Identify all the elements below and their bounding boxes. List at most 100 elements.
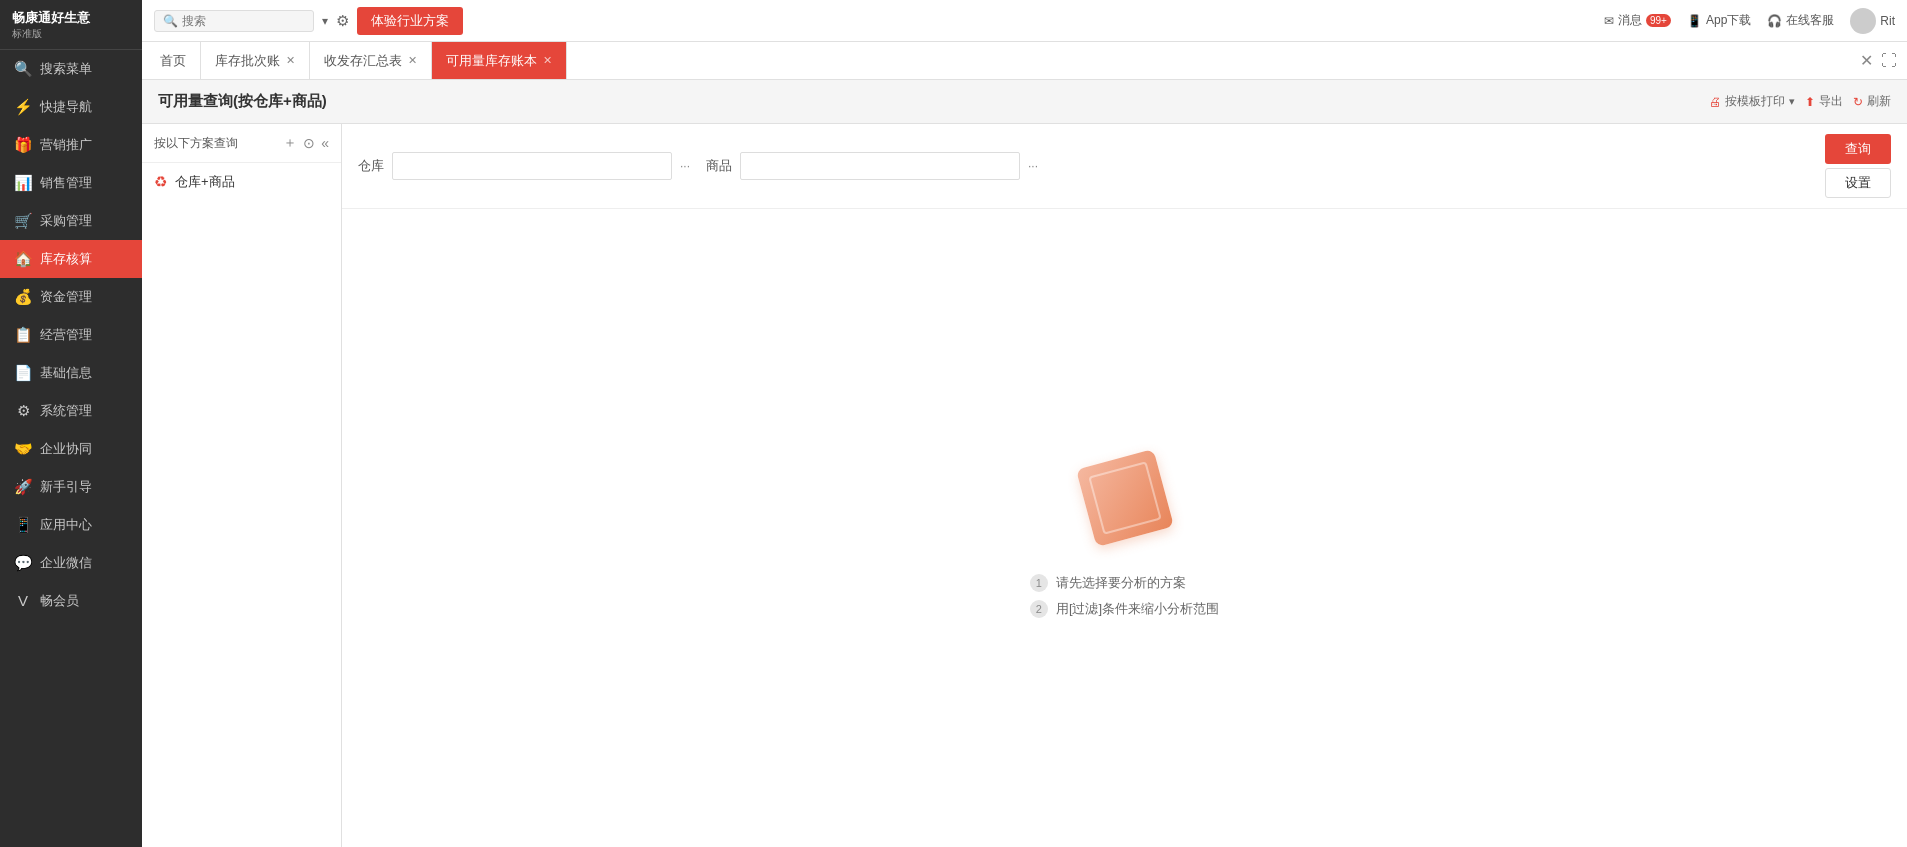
empty-hint-2: 2 用[过滤]条件来缩小分析范围: [1030, 600, 1219, 618]
sidebar-item-vip[interactable]: V 畅会员: [0, 582, 142, 620]
warehouse-label: 仓库: [358, 157, 384, 175]
tab-batch-account[interactable]: 库存批次账 ✕: [201, 42, 310, 79]
hint1-text: 请先选择要分析的方案: [1056, 574, 1186, 592]
sidebar-item-label: 搜索菜单: [40, 60, 92, 78]
print-btn[interactable]: 🖨 按模板打印 ▾: [1709, 93, 1795, 110]
refresh-label: 刷新: [1867, 93, 1891, 110]
scheme-icon: ♻: [154, 173, 167, 191]
sidebar-item-label: 采购管理: [40, 212, 92, 230]
top-bar: 🔍 ▾ ⚙ 体验行业方案 ✉ 消息 99+ 📱 App下载 🎧 在线客服 Rit: [142, 0, 1907, 42]
sidebar-item-label: 企业协同: [40, 440, 92, 458]
export-btn[interactable]: ⬆ 导出: [1805, 93, 1843, 110]
doc-icon: 📄: [14, 364, 32, 382]
main-area: 🔍 ▾ ⚙ 体验行业方案 ✉ 消息 99+ 📱 App下载 🎧 在线客服 Rit: [142, 0, 1907, 847]
sidebar-item-basic[interactable]: 📄 基础信息: [0, 354, 142, 392]
sidebar-item-inventory[interactable]: 🏠 库存核算: [0, 240, 142, 278]
goods-more-btn[interactable]: ···: [1028, 159, 1038, 173]
app-icon: 📱: [1687, 14, 1702, 28]
sidebar-nav: 🔍 搜索菜单 ⚡ 快捷导航 🎁 营销推广 📊 销售管理 🛒 采购管理 🏠 库存核…: [0, 50, 142, 847]
sidebar: 畅康通好生意 标准版 🔍 搜索菜单 ⚡ 快捷导航 🎁 营销推广 📊 销售管理 🛒…: [0, 0, 142, 847]
empty-illustration: [1065, 438, 1185, 558]
tab-bar-end: ✕ ⛶: [1850, 42, 1907, 79]
right-panel: 仓库 ··· 商品 ··· 查询 设置: [342, 124, 1907, 847]
tab-close-icon[interactable]: ✕: [286, 54, 295, 67]
search-box[interactable]: 🔍: [154, 10, 314, 32]
search-icon: 🔍: [14, 60, 32, 78]
tab-close-icon[interactable]: ✕: [408, 54, 417, 67]
sidebar-item-label: 应用中心: [40, 516, 92, 534]
gift-icon: 🎁: [14, 136, 32, 154]
goods-input[interactable]: [740, 152, 1020, 180]
page-title: 可用量查询(按仓库+商品): [158, 92, 1709, 111]
user-avatar-area[interactable]: Rit: [1850, 8, 1895, 34]
tab-label: 首页: [160, 52, 186, 70]
tab-home[interactable]: 首页: [146, 42, 201, 79]
export-label: 导出: [1819, 93, 1843, 110]
refresh-icon: ↻: [1853, 95, 1863, 109]
scheme-warehouse-goods[interactable]: ♻ 仓库+商品: [142, 163, 341, 201]
sidebar-item-label: 资金管理: [40, 288, 92, 306]
sidebar-item-guide[interactable]: 🚀 新手引导: [0, 468, 142, 506]
logo-title: 畅康通好生意: [12, 10, 130, 27]
refresh-btn[interactable]: ↻ 刷新: [1853, 93, 1891, 110]
sidebar-item-ops[interactable]: 📋 经营管理: [0, 316, 142, 354]
empty-hint-1: 1 请先选择要分析的方案: [1030, 574, 1219, 592]
lightning-icon: ⚡: [14, 98, 32, 116]
settings-gear-icon[interactable]: ⚙: [336, 12, 349, 30]
app-download-label: App下载: [1706, 12, 1751, 29]
warehouse-input[interactable]: [392, 152, 672, 180]
sidebar-item-label: 营销推广: [40, 136, 92, 154]
left-panel: 按以下方案查询 ＋ ⊙ « ♻ 仓库+商品: [142, 124, 342, 847]
tab-receive-summary[interactable]: 收发存汇总表 ✕: [310, 42, 432, 79]
trial-btn[interactable]: 体验行业方案: [357, 7, 463, 35]
collapse-btn[interactable]: «: [321, 135, 329, 151]
sidebar-item-wechat[interactable]: 💬 企业微信: [0, 544, 142, 582]
online-service-btn[interactable]: 🎧 在线客服: [1767, 12, 1834, 29]
sidebar-item-purchase[interactable]: 🛒 采购管理: [0, 202, 142, 240]
search-input[interactable]: [182, 14, 282, 28]
sidebar-item-shortcut[interactable]: ⚡ 快捷导航: [0, 88, 142, 126]
sidebar-item-label: 经营管理: [40, 326, 92, 344]
goods-label: 商品: [706, 157, 732, 175]
filter-row: 仓库 ··· 商品 ··· 查询 设置: [342, 124, 1907, 209]
ops-icon: 📋: [14, 326, 32, 344]
message-btn[interactable]: ✉ 消息 99+: [1604, 12, 1671, 29]
sidebar-item-app[interactable]: 📱 应用中心: [0, 506, 142, 544]
dropdown-arrow-icon[interactable]: ▾: [1789, 95, 1795, 108]
sidebar-item-label: 基础信息: [40, 364, 92, 382]
sidebar-item-marketing[interactable]: 🎁 营销推广: [0, 126, 142, 164]
warehouse-more-btn[interactable]: ···: [680, 159, 690, 173]
tab-label: 可用量库存账本: [446, 52, 537, 70]
settings-button[interactable]: 设置: [1825, 168, 1891, 198]
wechat-icon: 💬: [14, 554, 32, 572]
sidebar-item-sales[interactable]: 📊 销售管理: [0, 164, 142, 202]
sidebar-item-enterprise[interactable]: 🤝 企业协同: [0, 430, 142, 468]
gear-icon: ⚙: [14, 402, 32, 420]
dropdown-arrow[interactable]: ▾: [322, 14, 328, 28]
left-panel-actions: ＋ ⊙ «: [283, 134, 329, 152]
sidebar-item-label: 新手引导: [40, 478, 92, 496]
username: Rit: [1880, 14, 1895, 28]
sidebar-logo: 畅康通好生意 标准版: [0, 0, 142, 50]
mobile-icon: 📱: [14, 516, 32, 534]
tab-available-ledger[interactable]: 可用量库存账本 ✕: [432, 42, 567, 79]
add-scheme-btn[interactable]: ＋: [283, 134, 297, 152]
sidebar-item-search[interactable]: 🔍 搜索菜单: [0, 50, 142, 88]
rocket-icon: 🚀: [14, 478, 32, 496]
search-icon: 🔍: [163, 14, 178, 28]
sidebar-item-label: 快捷导航: [40, 98, 92, 116]
close-tab-btn[interactable]: ✕: [1860, 51, 1873, 70]
manage-scheme-btn[interactable]: ⊙: [303, 135, 315, 151]
hint2-text: 用[过滤]条件来缩小分析范围: [1056, 600, 1219, 618]
expand-tab-btn[interactable]: ⛶: [1881, 52, 1897, 70]
action-buttons: 查询 设置: [1825, 134, 1891, 198]
sidebar-item-label: 企业微信: [40, 554, 92, 572]
query-button[interactable]: 查询: [1825, 134, 1891, 164]
vip-icon: V: [14, 592, 32, 609]
sidebar-item-system[interactable]: ⚙ 系统管理: [0, 392, 142, 430]
left-panel-title: 按以下方案查询: [154, 135, 238, 152]
sidebar-item-funds[interactable]: 💰 资金管理: [0, 278, 142, 316]
tab-close-icon[interactable]: ✕: [543, 54, 552, 67]
app-download-btn[interactable]: 📱 App下载: [1687, 12, 1751, 29]
goods-filter: 商品 ···: [706, 152, 1038, 180]
